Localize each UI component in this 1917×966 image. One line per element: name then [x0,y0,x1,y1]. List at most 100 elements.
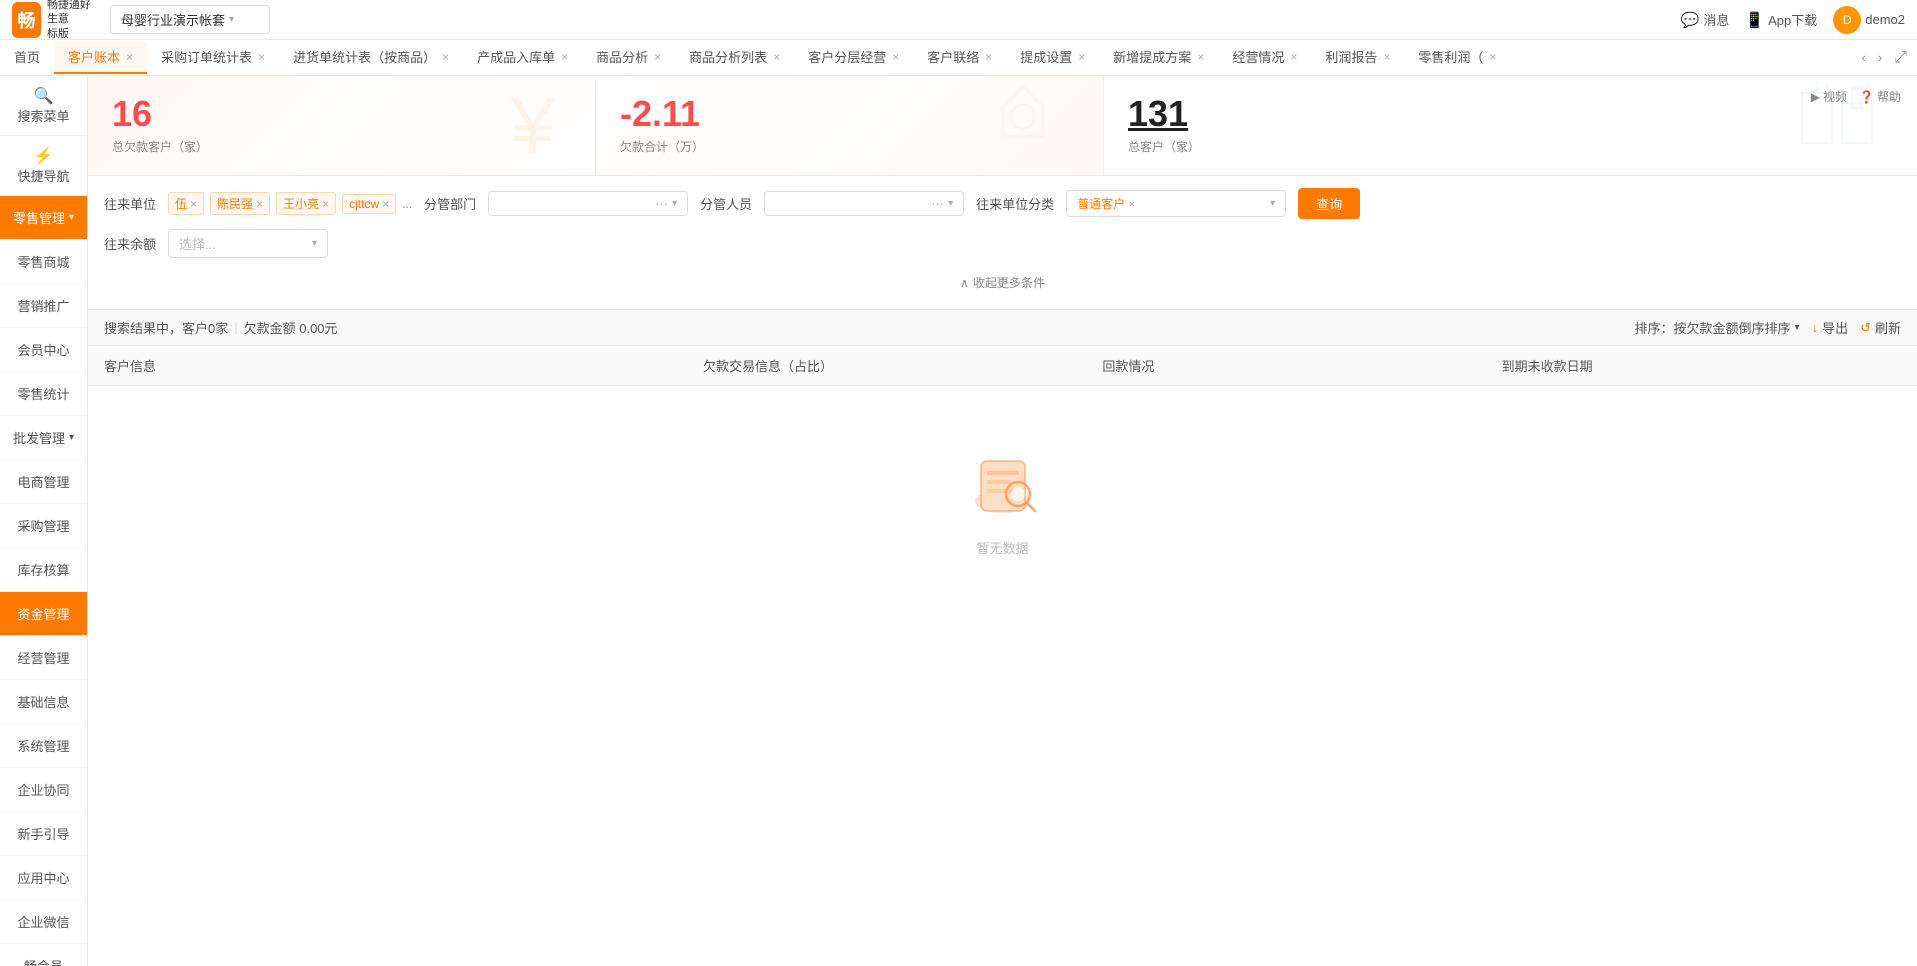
sidebar-item-enterprise-coop[interactable]: 企业协同 [0,768,87,812]
tab-customer-tier[interactable]: 客户分层经营 × [794,41,913,74]
tab-purchase-orders[interactable]: 采购订单统计表 × [147,41,279,74]
sidebar-item-retail-stats[interactable]: 零售统计 [0,372,87,416]
tab-home[interactable]: 首页 [0,41,54,74]
tab-retail-profit[interactable]: 零售利润（ × [1404,41,1510,74]
nav-prev-icon[interactable]: ‹ [1858,50,1870,65]
stat-text-group-3: 131 总客户（家） [1128,96,1200,155]
stat-number-debt: -2.11 [620,96,704,132]
help-link[interactable]: ❓ 帮助 [1859,88,1901,105]
tab-goods-analysis[interactable]: 商品分析 × [582,41,675,74]
remove-tag-category[interactable]: × [1128,197,1135,211]
tab-close-customer-tier[interactable]: × [892,50,899,64]
sidebar-item-member-center[interactable]: 会员中心 [0,328,87,372]
sidebar-item-retail-mall[interactable]: 零售商城 [0,240,87,284]
tab-customer-book[interactable]: 客户账本 × [54,41,147,74]
tab-profit-report[interactable]: 利润报告 × [1311,41,1404,74]
user-menu[interactable]: D demo2 [1833,6,1905,34]
export-icon: ↓ [1812,320,1819,335]
sidebar-item-new-guide[interactable]: 新手引导 [0,812,87,856]
filter-tag-cjttcw[interactable]: cjttcw × [342,194,396,214]
query-button[interactable]: 查询 [1298,188,1360,219]
app-download-button[interactable]: 📱 App下载 [1745,10,1817,29]
export-button[interactable]: ↓ 导出 [1812,318,1849,337]
logo-icon: 畅 [12,2,41,38]
filter-tag-wu[interactable]: 伍 × [168,192,204,215]
sidebar-search[interactable]: 🔍 搜索菜单 [0,76,87,136]
filter-select-category[interactable]: 普通客户 × ▾ [1066,190,1286,217]
refresh-button[interactable]: ↺ 刷新 [1860,318,1901,337]
message-button[interactable]: 💬 消息 [1681,10,1730,29]
tab-customer-contact[interactable]: 客户联络 × [913,41,1006,74]
tab-goods-analysis-list[interactable]: 商品分析列表 × [675,41,794,74]
tab-close-retail-profit[interactable]: × [1489,50,1496,64]
topbar-left: 畅 畅捷通好生意 标版 母婴行业演示帐套 ▾ [12,0,270,41]
filter-select-person[interactable]: ··· ▾ [764,191,964,216]
filter-select-balance[interactable]: 选择... ▾ [168,229,328,258]
tab-close-business-status[interactable]: × [1290,50,1297,64]
filter-tag-chen[interactable]: 陈民强 × [210,192,270,215]
filter-label-dept: 分管部门 [424,194,476,213]
filter-label-unit: 往来单位 [104,194,156,213]
tab-close-goods-analysis[interactable]: × [654,50,661,64]
video-icon: ▶ [1811,90,1820,104]
chevron-icon: ▾ [69,212,74,223]
filter-collapse[interactable]: ∧ 收起更多条件 [104,268,1901,297]
tab-close-customer-contact[interactable]: × [985,50,992,64]
col-customer-info: 客户信息 [104,356,703,375]
filter-label-balance: 往来余额 [104,234,156,253]
remove-tag-chen[interactable]: × [256,197,263,211]
stat-card-customers: ¥ 16 总欠款客户（家） [88,76,596,175]
sidebar-item-purchase-mgmt[interactable]: 采购管理 [0,504,87,548]
avatar: D [1833,6,1861,34]
tab-close-goods-analysis-list[interactable]: × [773,50,780,64]
help-icon: ❓ [1859,90,1874,104]
tab-close-raise-settings[interactable]: × [1078,50,1085,64]
tab-new-raise[interactable]: 新增提成方案 × [1099,41,1218,74]
remove-tag-wang[interactable]: × [322,197,329,211]
video-link[interactable]: ▶ 视频 [1811,88,1847,105]
sidebar-item-retail-mgmt[interactable]: 零售管理 ▾ [0,196,87,240]
sidebar-item-batch-mgmt[interactable]: 批发管理 ▾ [0,416,87,460]
sidebar-item-basic-info[interactable]: 基础信息 [0,680,87,724]
nav-next-icon[interactable]: › [1874,50,1886,65]
tab-raise-settings[interactable]: 提成设置 × [1006,41,1099,74]
nav-expand-icon[interactable]: ⤢ [1890,49,1911,67]
stat-bg-icon-1: ¥ [511,80,556,172]
sidebar-item-member-vip[interactable]: 畅会员 [0,944,87,966]
chevron-sort-icon: ▾ [1795,322,1800,333]
tab-business-status[interactable]: 经营情况 × [1218,41,1311,74]
phone-icon: 📱 [1745,11,1764,29]
tab-close-purchase-stats[interactable]: × [442,50,449,64]
filter-more-unit[interactable]: ... [402,197,412,211]
tab-purchase-stats[interactable]: 进货单统计表（按商品） × [279,41,463,74]
tab-close-purchase-orders[interactable]: × [258,50,265,64]
tab-cost-in[interactable]: 产成品入库单 × [463,41,582,74]
tab-close-new-raise[interactable]: × [1197,50,1204,64]
main-layout: 🔍 搜索菜单 ⚡ 快捷导航 零售管理 ▾ 零售商城 营销推广 会员中心 零售统计… [0,76,1917,966]
sidebar-item-marketing[interactable]: 营销推广 [0,284,87,328]
sidebar-item-business-mgmt[interactable]: 经营管理 [0,636,87,680]
filter-select-dept[interactable]: ··· ▾ [488,191,688,216]
remove-tag-cjttcw[interactable]: × [382,197,389,211]
stat-number-customers: 16 [112,96,208,132]
stats-row: ¥ 16 总欠款客户（家） -2.11 欠款合计（万） [88,76,1917,176]
store-selector[interactable]: 母婴行业演示帐套 ▾ [110,5,270,34]
filter-tag-wang[interactable]: 王小亮 × [276,192,336,215]
sidebar: 🔍 搜索菜单 ⚡ 快捷导航 零售管理 ▾ 零售商城 营销推广 会员中心 零售统计… [0,76,88,966]
tab-close-customer-book[interactable]: × [126,50,133,64]
sidebar-item-capital-mgmt[interactable]: 资金管理 [0,592,87,636]
logo-text: 畅捷通好生意 标版 [47,0,100,41]
navtabs-end: ‹ › ⤢ [1852,49,1917,67]
sidebar-item-inventory[interactable]: 库存核算 [0,548,87,592]
sidebar-item-system-mgmt[interactable]: 系统管理 [0,724,87,768]
sort-selector[interactable]: 排序：按欠款金额倒序排序 ▾ [1635,318,1800,337]
sidebar-quick-nav[interactable]: ⚡ 快捷导航 [0,136,87,196]
filter-tag-category[interactable]: 普通客户 × [1077,195,1135,212]
sidebar-item-app-center[interactable]: 应用中心 [0,856,87,900]
tab-close-profit-report[interactable]: × [1383,50,1390,64]
sidebar-item-enterprise-wechat[interactable]: 企业微信 [0,900,87,944]
stat-actions: ▶ 视频 ❓ 帮助 [1811,88,1901,105]
tab-close-cost-in[interactable]: × [561,50,568,64]
sidebar-item-ecommerce-mgmt[interactable]: 电商管理 [0,460,87,504]
remove-tag-wu[interactable]: × [190,197,197,211]
